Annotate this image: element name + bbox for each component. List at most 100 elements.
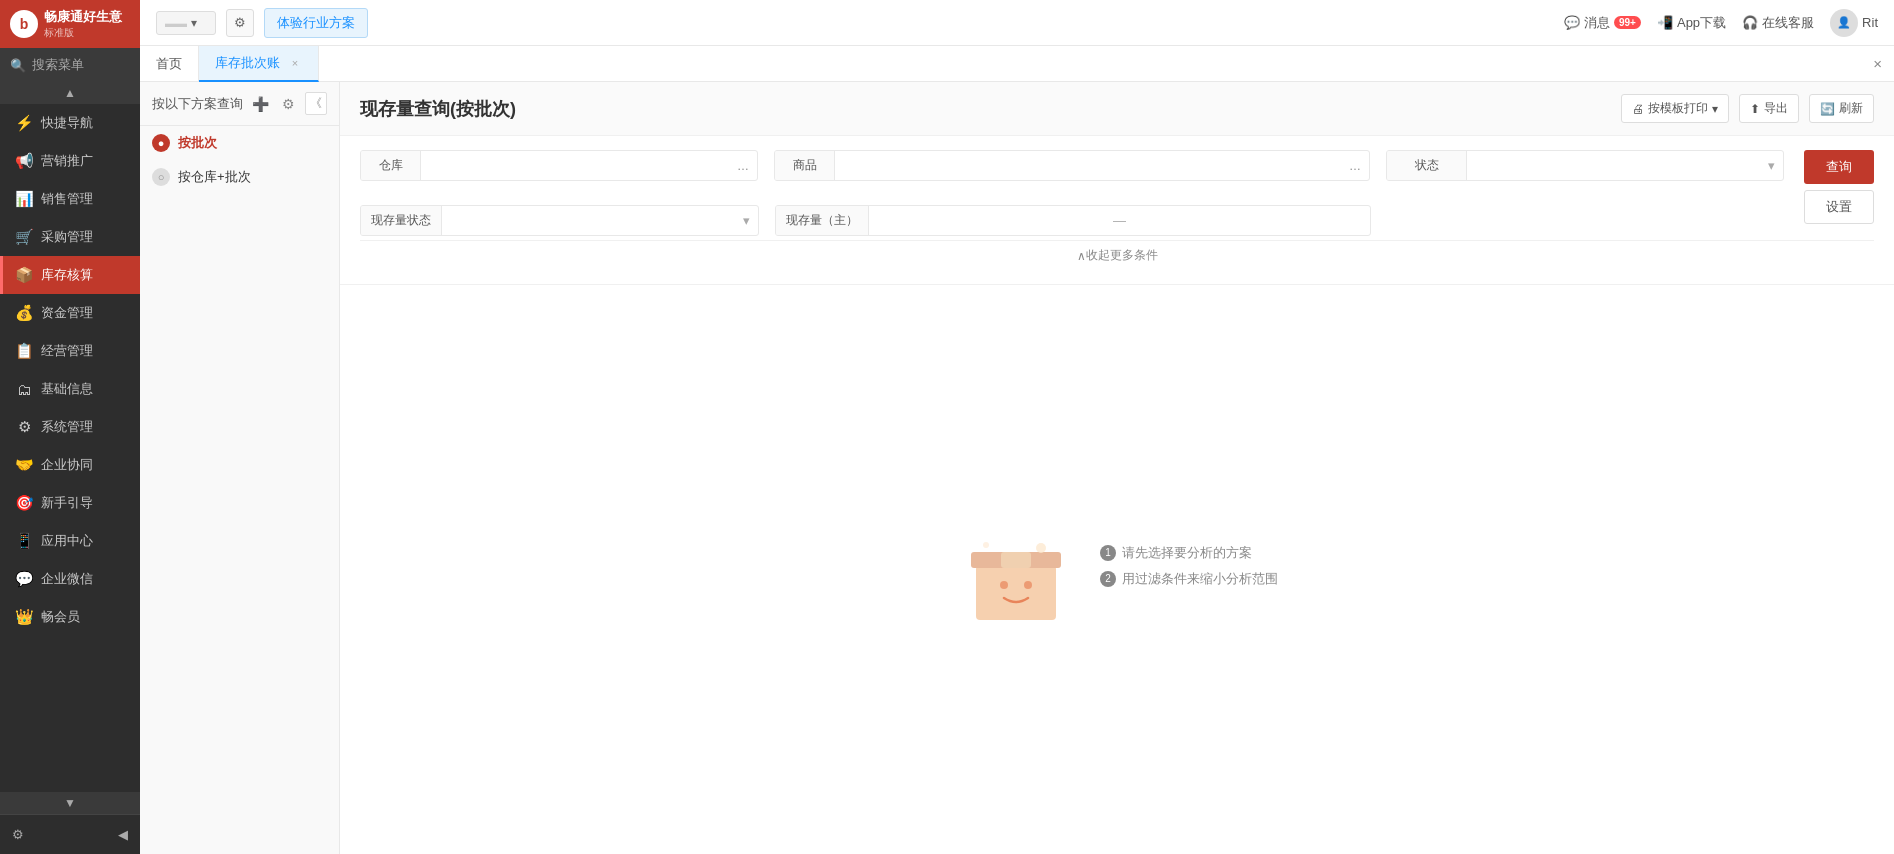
scroll-up-btn[interactable]: ▲ [0, 82, 140, 104]
sidebar-item-label: 资金管理 [41, 304, 93, 322]
tab-close-icon[interactable]: × [288, 56, 302, 70]
tip-num-2: 2 [1100, 571, 1116, 587]
print-label: 按模板打印 [1648, 100, 1708, 117]
page-title: 现存量查询(按批次) [360, 97, 516, 121]
sidebar-item-label: 畅会员 [41, 608, 80, 626]
right-panel: 现存量查询(按批次) 🖨 按模板打印 ▾ ⬆ 导出 🔄 刷新 [340, 82, 1894, 854]
warehouse-more-btn[interactable]: … [729, 153, 757, 179]
sidebar-item-marketing[interactable]: 📢 营销推广 [0, 142, 140, 180]
svg-point-4 [1024, 581, 1032, 589]
inventory-qty-label: 现存量（主） [776, 206, 869, 235]
sidebar-item-app-center[interactable]: 📱 应用中心 [0, 522, 140, 560]
scroll-down-btn[interactable]: ▼ [0, 792, 140, 814]
sidebar-item-inventory[interactable]: 📦 库存核算 [0, 256, 140, 294]
topbar-dropdown[interactable]: ▬▬ ▾ [156, 11, 216, 35]
product-input[interactable] [835, 153, 1341, 179]
scheme-item-by-batch[interactable]: ● 按批次 [140, 126, 339, 160]
business-icon: 📋 [15, 342, 33, 360]
sidebar-item-enterprise[interactable]: 🤝 企业协同 [0, 446, 140, 484]
sidebar-item-member[interactable]: 👑 畅会员 [0, 598, 140, 636]
sidebar-item-label: 新手引导 [41, 494, 93, 512]
filter-row-2: 现存量状态 ▾ 现存量（主） — [360, 205, 1784, 236]
sidebar-item-label: 快捷导航 [41, 114, 93, 132]
inventory-qty-min[interactable] [869, 208, 1105, 234]
tabs-bar: 首页 库存批次账 × × [140, 46, 1894, 82]
sidebar-item-label: 库存核算 [41, 266, 93, 284]
product-more-btn[interactable]: … [1341, 153, 1369, 179]
search-icon: 🔍 [10, 58, 26, 73]
print-btn[interactable]: 🖨 按模板打印 ▾ [1621, 94, 1729, 123]
gear-icon: ⚙ [234, 15, 246, 30]
status-value [1467, 160, 1760, 172]
tab-home[interactable]: 首页 [140, 46, 199, 82]
search-menu[interactable]: 🔍 搜索菜单 [0, 48, 140, 82]
inventory-qty-max[interactable] [1134, 208, 1370, 234]
sidebar-item-sales[interactable]: 📊 销售管理 [0, 180, 140, 218]
username-label: Rit [1862, 15, 1878, 30]
system-icon: ⚙ [15, 418, 33, 436]
export-btn[interactable]: ⬆ 导出 [1739, 94, 1799, 123]
refresh-icon: 🔄 [1820, 102, 1835, 116]
sidebar-item-quick-nav[interactable]: ⚡ 快捷导航 [0, 104, 140, 142]
empty-state: 1 请先选择要分析的方案 2 用过滤条件来缩小分析范围 [340, 285, 1894, 854]
status-field[interactable]: 状态 ▾ [1386, 150, 1784, 181]
scheme-item-by-warehouse-batch[interactable]: ○ 按仓库+批次 [140, 160, 339, 194]
print-arrow-icon: ▾ [1712, 102, 1718, 116]
newbie-icon: 🎯 [15, 494, 33, 512]
sidebar-item-business[interactable]: 📋 经营管理 [0, 332, 140, 370]
filter-area: 仓库 … 商品 … 状态 [340, 136, 1894, 285]
scheme-icon-active: ● [152, 134, 170, 152]
download-icon: 📲 [1657, 15, 1673, 30]
status-arrow-icon[interactable]: ▾ [1760, 152, 1783, 179]
content-area: 按以下方案查询 ➕ ⚙ 《 ● 按批次 ○ 按仓库+批次 现存量查询(按批次) [140, 82, 1894, 854]
quick-nav-icon: ⚡ [15, 114, 33, 132]
panel-close-btn[interactable]: × [1861, 55, 1894, 72]
message-btn[interactable]: 💬 消息 99+ [1564, 14, 1641, 32]
app-download-btn[interactable]: 📲 App下载 [1657, 14, 1726, 32]
settings-scheme-btn[interactable]: ⚙ [277, 93, 299, 115]
main-area: ▬▬ ▾ ⚙ 体验行业方案 💬 消息 99+ 📲 App下载 🎧 在线客服 [140, 0, 1894, 854]
topbar-gear-btn[interactable]: ⚙ [226, 9, 254, 37]
settings-icon-btn[interactable]: ⚙ [8, 823, 28, 846]
inventory-icon: 📦 [15, 266, 33, 284]
user-profile-btn[interactable]: 👤 Rit [1830, 9, 1878, 37]
collapse-label: 收起更多条件 [1086, 247, 1158, 264]
trial-btn[interactable]: 体验行业方案 [264, 8, 368, 38]
collapse-more-btn[interactable]: ∧ 收起更多条件 [360, 240, 1874, 270]
basic-icon: 🗂 [15, 381, 33, 398]
query-btn[interactable]: 查询 [1804, 150, 1874, 184]
sidebar-item-newbie[interactable]: 🎯 新手引导 [0, 484, 140, 522]
wechat-icon: 💬 [15, 570, 33, 588]
app-download-label: App下载 [1677, 14, 1726, 32]
sidebar-item-system[interactable]: ⚙ 系统管理 [0, 408, 140, 446]
add-scheme-btn[interactable]: ➕ [249, 93, 271, 115]
finance-icon: 💰 [15, 304, 33, 322]
sidebar-item-purchase[interactable]: 🛒 采购管理 [0, 218, 140, 256]
sidebar: b 畅康通好生意 标准版 🔍 搜索菜单 ▲ ⚡ 快捷导航 📢 营销推广 📊 销售… [0, 0, 140, 854]
scheme-label: 按仓库+批次 [178, 168, 251, 186]
refresh-btn[interactable]: 🔄 刷新 [1809, 94, 1874, 123]
inventory-qty-field[interactable]: 现存量（主） — [775, 205, 1372, 236]
filter-settings-btn[interactable]: 设置 [1804, 190, 1874, 224]
tip-num-1: 1 [1100, 545, 1116, 561]
tab-home-label: 首页 [156, 55, 182, 73]
dropdown-label: ▬▬ [165, 17, 187, 29]
sidebar-item-basic[interactable]: 🗂 基础信息 [0, 370, 140, 408]
sidebar-item-wechat[interactable]: 💬 企业微信 [0, 560, 140, 598]
tip-text-1: 请先选择要分析的方案 [1122, 544, 1252, 562]
collapse-sidebar-btn[interactable]: ◀ [114, 823, 132, 846]
tab-inventory-batch-label: 库存批次账 [215, 54, 280, 72]
warehouse-input[interactable] [421, 153, 729, 179]
message-label: 消息 [1584, 14, 1610, 32]
print-icon: 🖨 [1632, 102, 1644, 116]
tab-inventory-batch[interactable]: 库存批次账 × [199, 46, 319, 82]
inventory-status-field[interactable]: 现存量状态 ▾ [360, 205, 759, 236]
topbar-left: ▬▬ ▾ ⚙ 体验行业方案 [156, 8, 368, 38]
warehouse-field[interactable]: 仓库 … [360, 150, 758, 181]
sidebar-item-finance[interactable]: 💰 资金管理 [0, 294, 140, 332]
online-service-btn[interactable]: 🎧 在线客服 [1742, 14, 1814, 32]
marketing-icon: 📢 [15, 152, 33, 170]
collapse-left-panel-btn[interactable]: 《 [305, 92, 327, 115]
product-field[interactable]: 商品 … [774, 150, 1370, 181]
inventory-status-arrow-icon[interactable]: ▾ [735, 207, 758, 234]
